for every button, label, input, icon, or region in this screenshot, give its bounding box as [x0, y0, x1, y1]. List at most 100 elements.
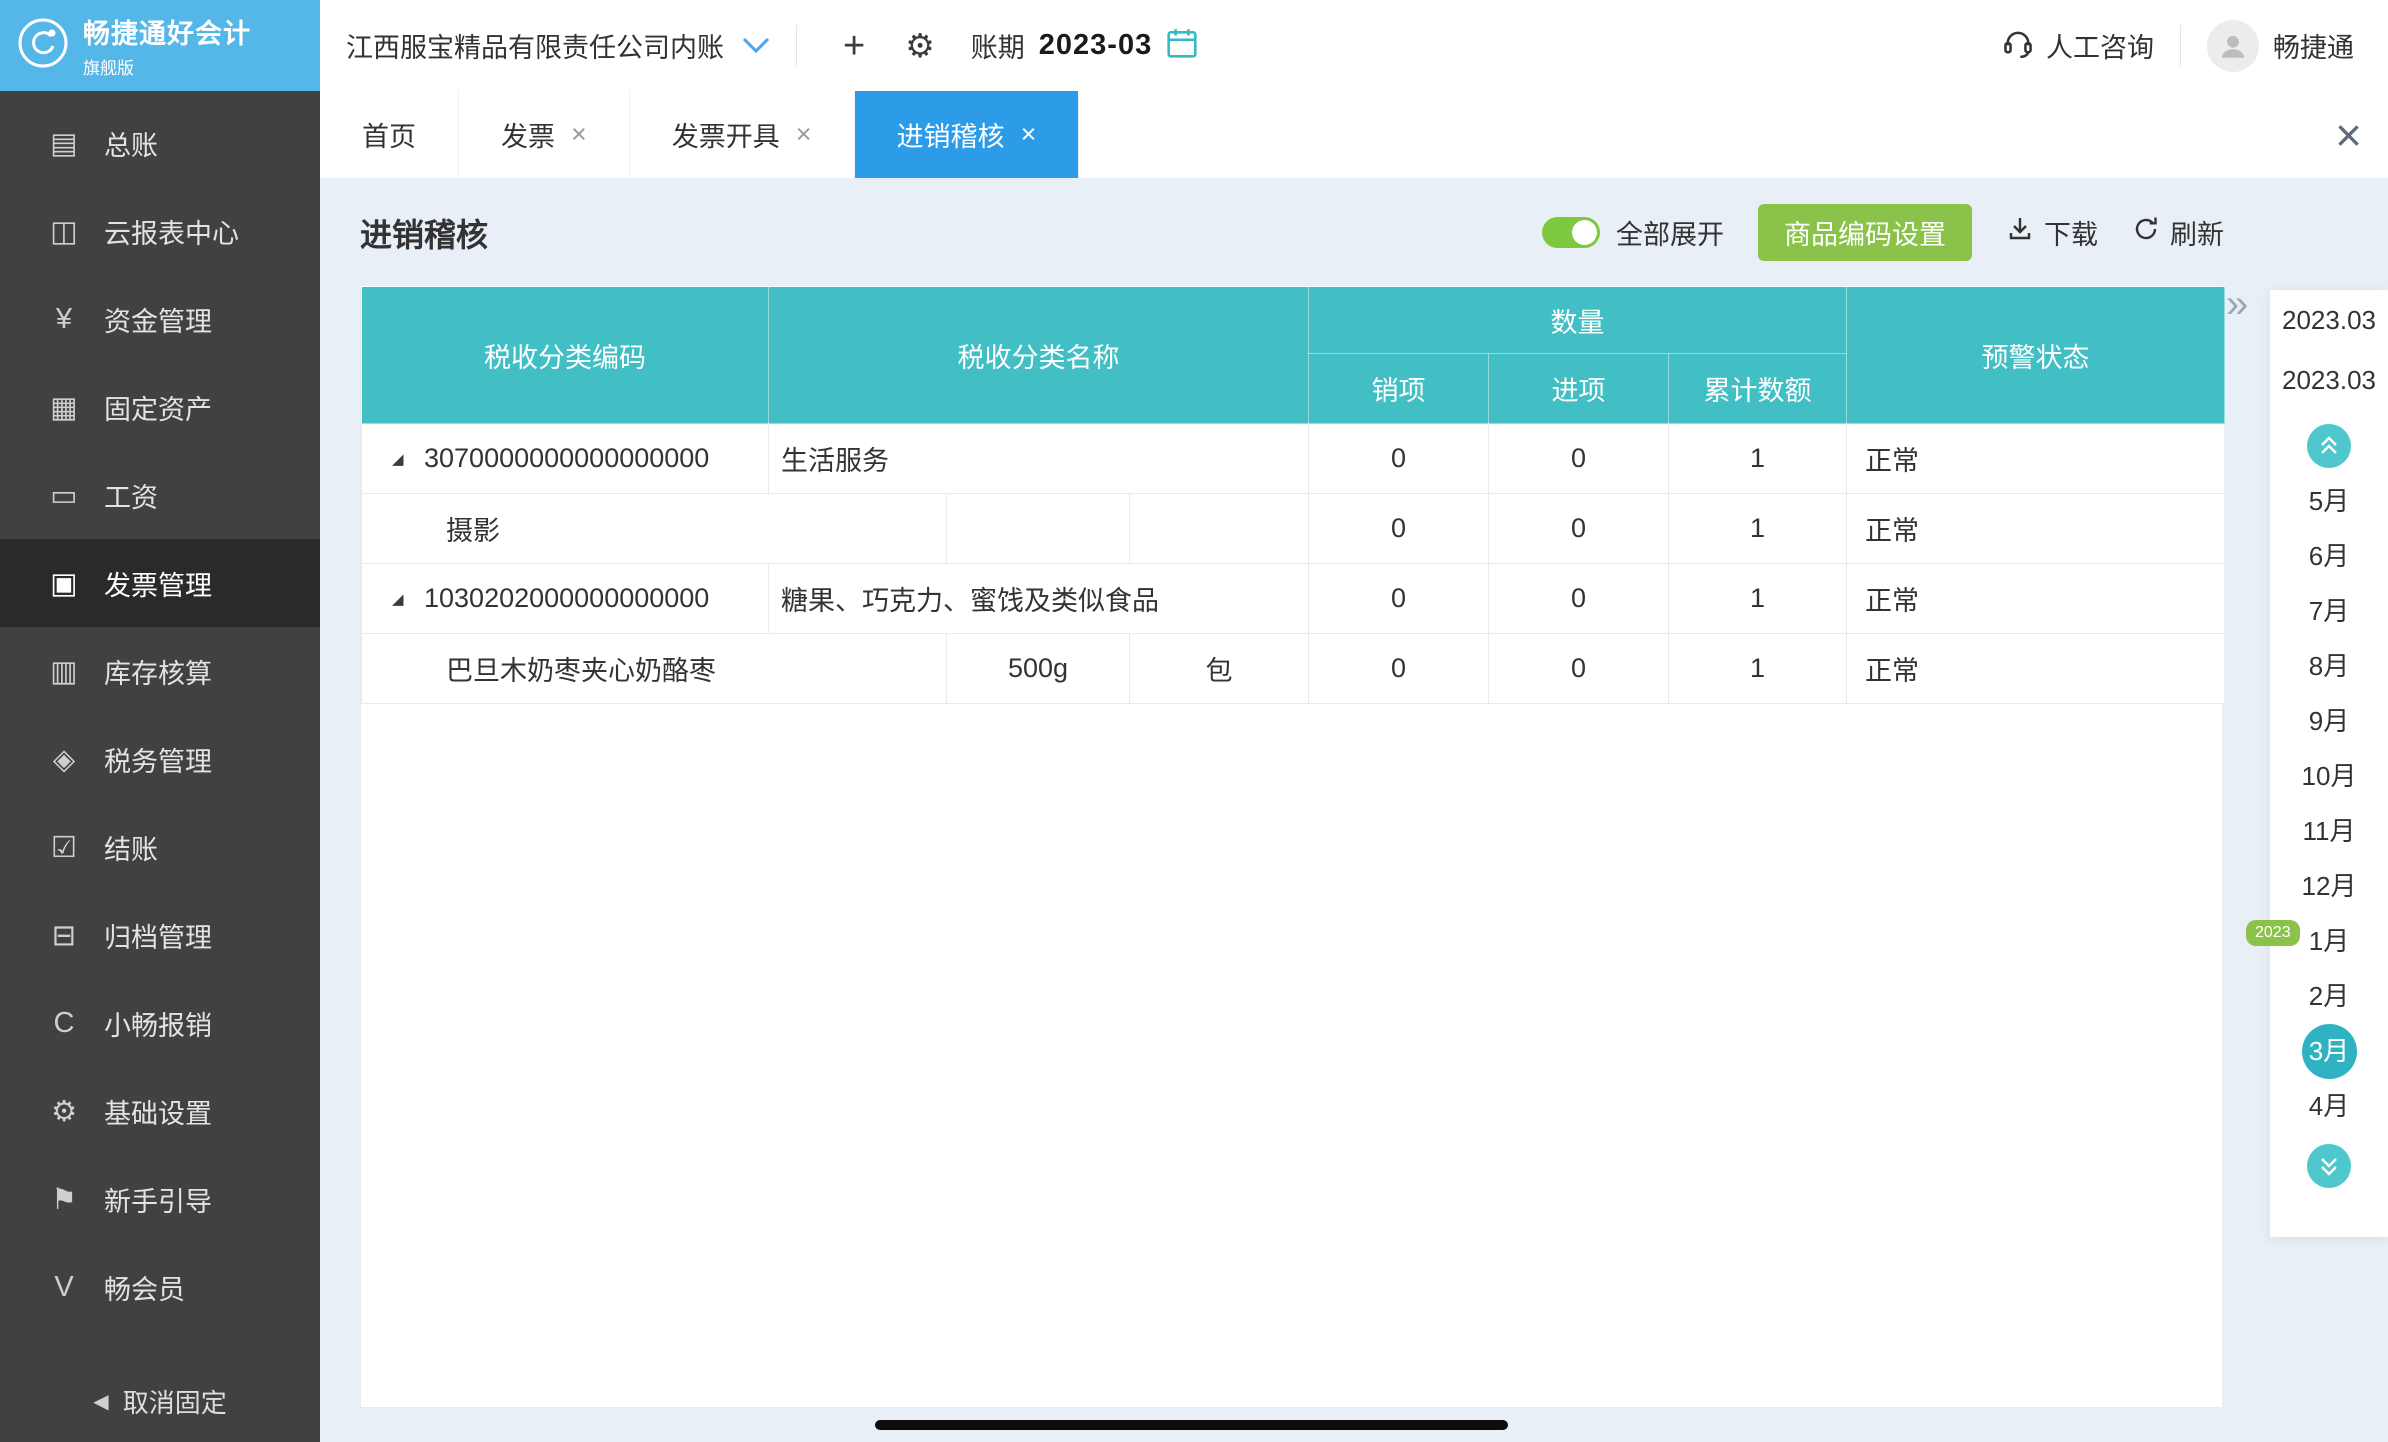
unpin-label: 取消固定 [122, 1387, 227, 1418]
tab-invoice-issuance[interactable]: 发票开具 × [630, 91, 855, 178]
sidebar-item-label: 库存核算 [104, 658, 212, 689]
col-header-tax-code[interactable]: 税收分类编码 [361, 286, 769, 424]
sidebar-item-fixed-assets[interactable]: ▦ 固定资产 [0, 363, 320, 451]
col-header-tax-name[interactable]: 税收分类名称 [767, 286, 1310, 424]
sidebar-item-label: 税务管理 [104, 746, 212, 777]
sidebar-item-label: 归档管理 [104, 922, 212, 953]
unpin-sidebar-button[interactable]: ◀ 取消固定 [0, 1360, 320, 1442]
sidebar-item-membership[interactable]: V 畅会员 [0, 1243, 320, 1331]
sidebar-item-label: 资金管理 [104, 306, 212, 337]
month-item[interactable]: 7月 [2270, 584, 2388, 639]
item-name-cell: 巴旦木奶枣夹心奶酪枣 [361, 633, 947, 704]
input-qty-cell: 0 [1488, 423, 1670, 494]
tab-label: 发票 [501, 122, 555, 152]
expander-icon[interactable]: ◢ [392, 450, 404, 468]
month-item[interactable]: 2月 [2270, 969, 2388, 1024]
app-logo[interactable]: 畅捷通好会计 旗舰版 [0, 0, 320, 91]
sidebar-item-closing[interactable]: ☑ 结账 [0, 803, 320, 891]
month-item[interactable]: 5月 [2270, 474, 2388, 529]
sidebar-item-invoice-management[interactable]: ▣ 发票管理 [0, 539, 320, 627]
period-selector-panel: 2023.03 2023.03 5月 6月 7月 8月 9月 10月 11月 1… [2246, 290, 2388, 1237]
sidebar-item-archive-management[interactable]: ⊟ 归档管理 [0, 891, 320, 979]
close-tab-icon[interactable]: × [571, 121, 587, 148]
collapse-panel-icon[interactable]: » [2226, 282, 2248, 327]
table-row-child[interactable]: 摄影 0 0 1 正常 [361, 493, 2226, 564]
month-item[interactable]: 10月 [2270, 749, 2388, 804]
input-qty-cell: 0 [1488, 633, 1670, 704]
table-row-child[interactable]: 巴旦木奶枣夹心奶酪枣 500g 包 0 0 1 正常 [361, 633, 2226, 704]
company-selector[interactable]: 江西服宝精品有限责任公司内账 [346, 26, 770, 65]
consult-button[interactable]: 人工咨询 [2002, 26, 2154, 65]
headset-icon [2002, 26, 2034, 65]
month-item[interactable]: 9月 [2270, 694, 2388, 749]
refresh-button[interactable]: 刷新 [2132, 213, 2224, 252]
expand-all-toggle[interactable] [1542, 217, 1600, 248]
close-tab-icon[interactable]: × [796, 121, 812, 148]
sidebar-item-payroll[interactable]: ▭ 工资 [0, 451, 320, 539]
avatar [2207, 19, 2259, 72]
tax-icon: ◈ [52, 743, 76, 776]
settings-gear-icon[interactable]: ⚙ [905, 29, 935, 62]
period-label: 账期 [970, 33, 1025, 63]
col-header-warning-status[interactable]: 预警状态 [1846, 286, 2226, 424]
month-item[interactable]: 6月 [2270, 529, 2388, 584]
horizontal-scrollbar-thumb[interactable] [875, 1420, 1508, 1430]
scroll-up-button[interactable] [2307, 424, 2351, 468]
sidebar-item-fund-management[interactable]: ¥ 资金管理 [0, 275, 320, 363]
scroll-down-button[interactable] [2307, 1144, 2351, 1188]
tab-invoice[interactable]: 发票 × [459, 91, 630, 178]
sidebar-item-inventory-accounting[interactable]: ▥ 库存核算 [0, 627, 320, 715]
sidebar-item-basic-settings[interactable]: ⚙ 基础设置 [0, 1067, 320, 1155]
table-row[interactable]: ◢ 3070000000000000000 生活服务 0 0 1 正常 [361, 423, 2226, 494]
sidebar-item-cloud-report-center[interactable]: ◫ 云报表中心 [0, 187, 320, 275]
sidebar-item-general-ledger[interactable]: ▤ 总账 [0, 99, 320, 187]
month-item-active[interactable]: 3月 [2270, 1024, 2388, 1079]
cumulative-cell: 1 [1668, 493, 1848, 564]
sidebar-item-tax-management[interactable]: ◈ 税务管理 [0, 715, 320, 803]
table-row[interactable]: ◢ 1030202000000000000 糖果、巧克力、蜜饯及类似食品 0 0… [361, 563, 2226, 634]
col-header-cumulative[interactable]: 累计数额 [1668, 353, 1848, 424]
month-item[interactable]: 11月 [2270, 804, 2388, 859]
month-item[interactable]: 12月 [2270, 859, 2388, 914]
unit-cell [1128, 493, 1310, 564]
product-code-settings-button[interactable]: 商品编码设置 [1758, 204, 1972, 261]
input-qty-cell: 0 [1488, 493, 1670, 564]
inventory-icon: ▥ [50, 655, 78, 688]
tax-code: 3070000000000000000 [424, 443, 710, 473]
sidebar-item-reimbursement[interactable]: C 小畅报销 [0, 979, 320, 1067]
accounting-period: 账期 2023-03 [971, 26, 1198, 65]
month-item[interactable]: 4月 [2270, 1079, 2388, 1134]
user-menu[interactable]: 畅捷通 [2207, 19, 2354, 72]
period-entry[interactable]: 2023.03 [2270, 290, 2388, 350]
sidebar-item-label: 工资 [104, 482, 158, 513]
status-cell: 正常 [1846, 423, 2226, 494]
report-icon: ◫ [50, 215, 78, 248]
user-name: 畅捷通 [2273, 33, 2354, 63]
input-qty-cell: 0 [1488, 563, 1670, 634]
close-icon[interactable]: × [2309, 112, 2388, 158]
tab-purchase-sale-audit[interactable]: 进销稽核 × [854, 91, 1080, 178]
download-button[interactable]: 下载 [2006, 213, 2098, 252]
period-value[interactable]: 2023-03 [1039, 29, 1152, 62]
archive-icon: ⊟ [51, 919, 77, 952]
topbar: 江西服宝精品有限责任公司内账 + ⚙ 账期 2023-03 人工咨询 畅捷通 [320, 0, 2388, 91]
year-badge: 2023 [2246, 920, 2300, 946]
col-header-input[interactable]: 进项 [1488, 353, 1670, 424]
expander-icon[interactable]: ◢ [392, 590, 404, 608]
cumulative-cell: 1 [1668, 423, 1848, 494]
settings-gear-icon: ⚙ [51, 1095, 77, 1128]
add-account-button[interactable]: + [843, 27, 865, 65]
calendar-icon[interactable] [1166, 27, 1198, 64]
spec-cell [946, 493, 1130, 564]
period-entry[interactable]: 2023.03 [2270, 350, 2388, 410]
month-item[interactable]: 8月 [2270, 639, 2388, 694]
output-qty-cell: 0 [1308, 493, 1490, 564]
close-tab-icon[interactable]: × [1021, 121, 1037, 148]
col-header-output[interactable]: 销项 [1308, 353, 1490, 424]
status-cell: 正常 [1846, 493, 2226, 564]
unit-cell: 包 [1128, 633, 1310, 704]
tab-home[interactable]: 首页 [320, 91, 459, 178]
tab-label: 进销稽核 [896, 122, 1005, 152]
tab-label: 发票开具 [671, 122, 780, 152]
sidebar-item-beginner-guide[interactable]: ⚑ 新手引导 [0, 1155, 320, 1243]
